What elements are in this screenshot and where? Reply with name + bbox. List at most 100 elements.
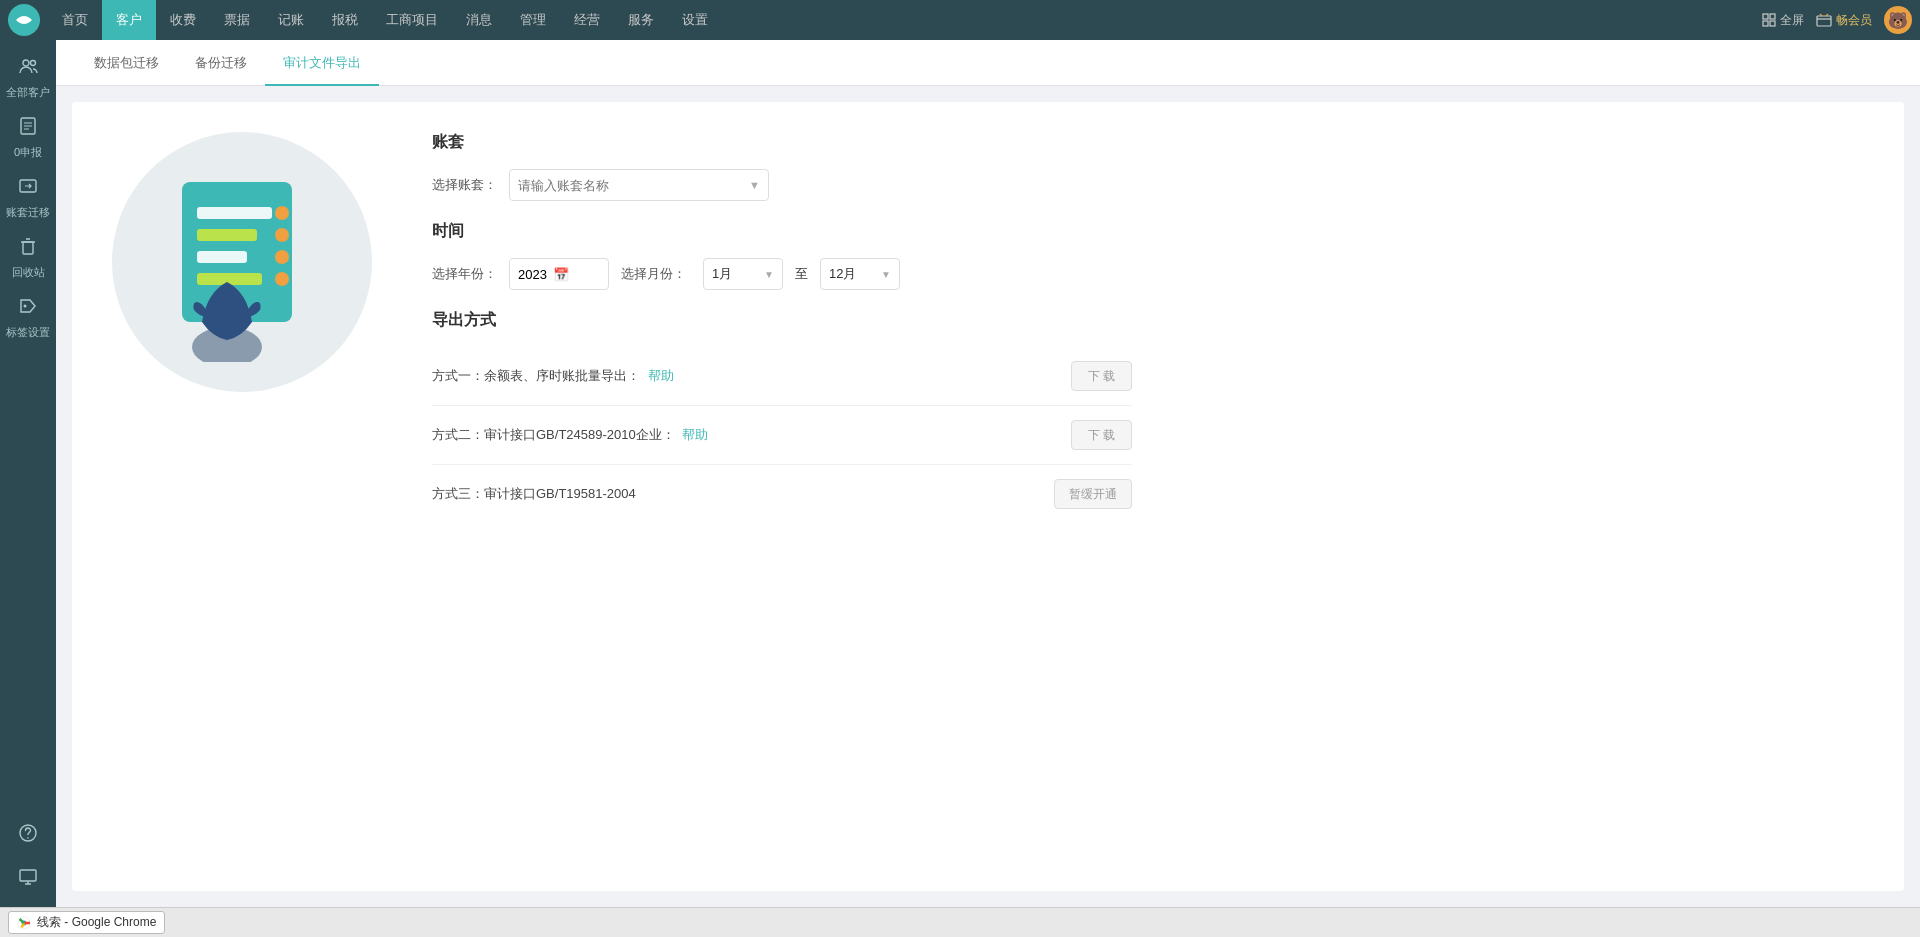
method-3-coming-soon-button[interactable]: 暂缓开通: [1054, 479, 1132, 509]
svg-point-22: [275, 250, 289, 264]
export-layout: 账套 选择账套： ▼ 时间 选择年份：: [112, 132, 1864, 523]
svg-point-7: [31, 61, 36, 66]
page-content: 账套 选择账套： ▼ 时间 选择年份：: [72, 102, 1904, 891]
nav-business[interactable]: 工商项目: [372, 0, 452, 40]
svg-point-20: [275, 206, 289, 220]
recycle-icon: [18, 236, 38, 261]
method-2-help[interactable]: 帮助: [682, 427, 708, 442]
nav-right: 全屏 畅会员 🐻: [1762, 6, 1912, 34]
time-separator: 至: [795, 265, 808, 283]
month-start-value: 1月: [712, 265, 732, 283]
nav-home[interactable]: 首页: [48, 0, 102, 40]
avatar[interactable]: 🐻: [1884, 6, 1912, 34]
nav-items: 首页 客户 收费 票据 记账 报税 工商项目 消息 管理 经营 服务 设置: [48, 0, 1762, 40]
sidebar-item-recycle[interactable]: 回收站: [0, 228, 56, 288]
svg-rect-4: [1770, 21, 1775, 26]
export-section-title: 导出方式: [432, 310, 1132, 331]
zero-declare-label: 0申报: [14, 145, 42, 160]
taskbar: 线索 - Google Chrome: [0, 907, 1920, 937]
svg-rect-2: [1770, 14, 1775, 19]
year-label: 选择年份：: [432, 265, 497, 283]
method-3-text: 方式三：审计接口GB/T19581-2004: [432, 486, 636, 501]
month-end-chevron-icon: ▼: [881, 269, 891, 280]
member-label: 畅会员: [1836, 12, 1872, 29]
tab-data-migration[interactable]: 数据包迁移: [76, 42, 177, 86]
method-2-text: 方式二：审计接口GB/T24589-2010企业：: [432, 427, 675, 442]
fullscreen-button[interactable]: 全屏: [1762, 12, 1804, 29]
svg-rect-17: [197, 229, 257, 241]
form-section: 账套 选择账套： ▼ 时间 选择年份：: [432, 132, 1132, 523]
tab-backup-migration[interactable]: 备份迁移: [177, 42, 265, 86]
method-row-1: 方式一：余额表、序时账批量导出： 帮助 下 载: [432, 347, 1132, 406]
svg-rect-10: [23, 242, 33, 254]
year-value: 2023: [518, 267, 547, 282]
illustration-svg: [152, 162, 332, 362]
all-clients-icon: [18, 56, 38, 81]
zero-declare-icon: [18, 116, 38, 141]
member-button[interactable]: 畅会员: [1816, 12, 1872, 29]
method-row-3: 方式三：审计接口GB/T19581-2004 暂缓开通: [432, 465, 1132, 523]
month-start-chevron-icon: ▼: [764, 269, 774, 280]
method-2-label: 方式二：审计接口GB/T24589-2010企业： 帮助: [432, 426, 1071, 444]
sidebar-item-label-settings[interactable]: 标签设置: [0, 288, 56, 348]
account-section-title: 账套: [432, 132, 1132, 153]
sidebar-item-zero-declare[interactable]: 0申报: [0, 108, 56, 168]
help-icon[interactable]: [10, 815, 46, 851]
sidebar-bottom: [10, 815, 46, 907]
nav-messages[interactable]: 消息: [452, 0, 506, 40]
all-clients-label: 全部客户: [6, 85, 50, 100]
svg-point-13: [27, 837, 29, 839]
account-select-label: 选择账套：: [432, 176, 497, 194]
nav-fees[interactable]: 收费: [156, 0, 210, 40]
logo[interactable]: [8, 4, 40, 36]
svg-rect-5: [1817, 16, 1831, 26]
recycle-label: 回收站: [12, 265, 45, 280]
method-1-help[interactable]: 帮助: [648, 368, 674, 383]
svg-rect-3: [1763, 21, 1768, 26]
method-1-text: 方式一：余额表、序时账批量导出：: [432, 368, 640, 383]
nav-invoices[interactable]: 票据: [210, 0, 264, 40]
svg-rect-18: [197, 251, 247, 263]
method-3-label: 方式三：审计接口GB/T19581-2004: [432, 485, 1054, 503]
taskbar-item-chrome[interactable]: 线索 - Google Chrome: [8, 911, 165, 934]
fullscreen-label: 全屏: [1780, 12, 1804, 29]
sidebar-item-migration[interactable]: 账套迁移: [0, 168, 56, 228]
account-input[interactable]: [518, 178, 749, 193]
svg-rect-16: [197, 207, 272, 219]
method-1-download-button[interactable]: 下 载: [1071, 361, 1132, 391]
main-layout: 全部客户 0申报 账套迁移: [0, 40, 1920, 907]
sidebar-item-all-clients[interactable]: 全部客户: [0, 48, 56, 108]
top-nav: 首页 客户 收费 票据 记账 报税 工商项目 消息 管理 经营 服务 设置 全屏: [0, 0, 1920, 40]
nav-admin[interactable]: 管理: [506, 0, 560, 40]
method-2-download-button[interactable]: 下 载: [1071, 420, 1132, 450]
tabs-bar: 数据包迁移 备份迁移 审计文件导出: [56, 40, 1920, 86]
month-end-select[interactable]: 12月 ▼: [820, 258, 900, 290]
method-1-label: 方式一：余额表、序时账批量导出： 帮助: [432, 367, 1071, 385]
nav-clients[interactable]: 客户: [102, 0, 156, 40]
tab-audit-export[interactable]: 审计文件导出: [265, 42, 379, 86]
nav-operations[interactable]: 经营: [560, 0, 614, 40]
calendar-icon: 📅: [553, 267, 569, 282]
svg-point-6: [23, 60, 29, 66]
month-start-select[interactable]: 1月 ▼: [703, 258, 783, 290]
account-row: 选择账套： ▼: [432, 169, 1132, 201]
nav-accounting[interactable]: 记账: [264, 0, 318, 40]
time-row: 选择年份： 2023 📅 选择月份： 1月 ▼ 至: [432, 258, 1132, 290]
export-methods: 方式一：余额表、序时账批量导出： 帮助 下 载 方式二：审计接口GB/T2458…: [432, 347, 1132, 523]
label-settings-label: 标签设置: [6, 325, 50, 340]
svg-rect-14: [20, 870, 36, 881]
svg-point-21: [275, 228, 289, 242]
nav-tax[interactable]: 报税: [318, 0, 372, 40]
nav-settings[interactable]: 设置: [668, 0, 722, 40]
year-input[interactable]: 2023 📅: [509, 258, 609, 290]
svg-rect-19: [197, 273, 262, 285]
month-label: 选择月份：: [621, 265, 691, 283]
nav-services[interactable]: 服务: [614, 0, 668, 40]
account-select[interactable]: ▼: [509, 169, 769, 201]
account-chevron-icon: ▼: [749, 179, 760, 191]
migration-label: 账套迁移: [6, 205, 50, 220]
content-area: 数据包迁移 备份迁移 审计文件导出: [56, 40, 1920, 907]
monitor-icon[interactable]: [10, 859, 46, 895]
taskbar-item-label: 线索 - Google Chrome: [37, 914, 156, 931]
svg-point-23: [275, 272, 289, 286]
